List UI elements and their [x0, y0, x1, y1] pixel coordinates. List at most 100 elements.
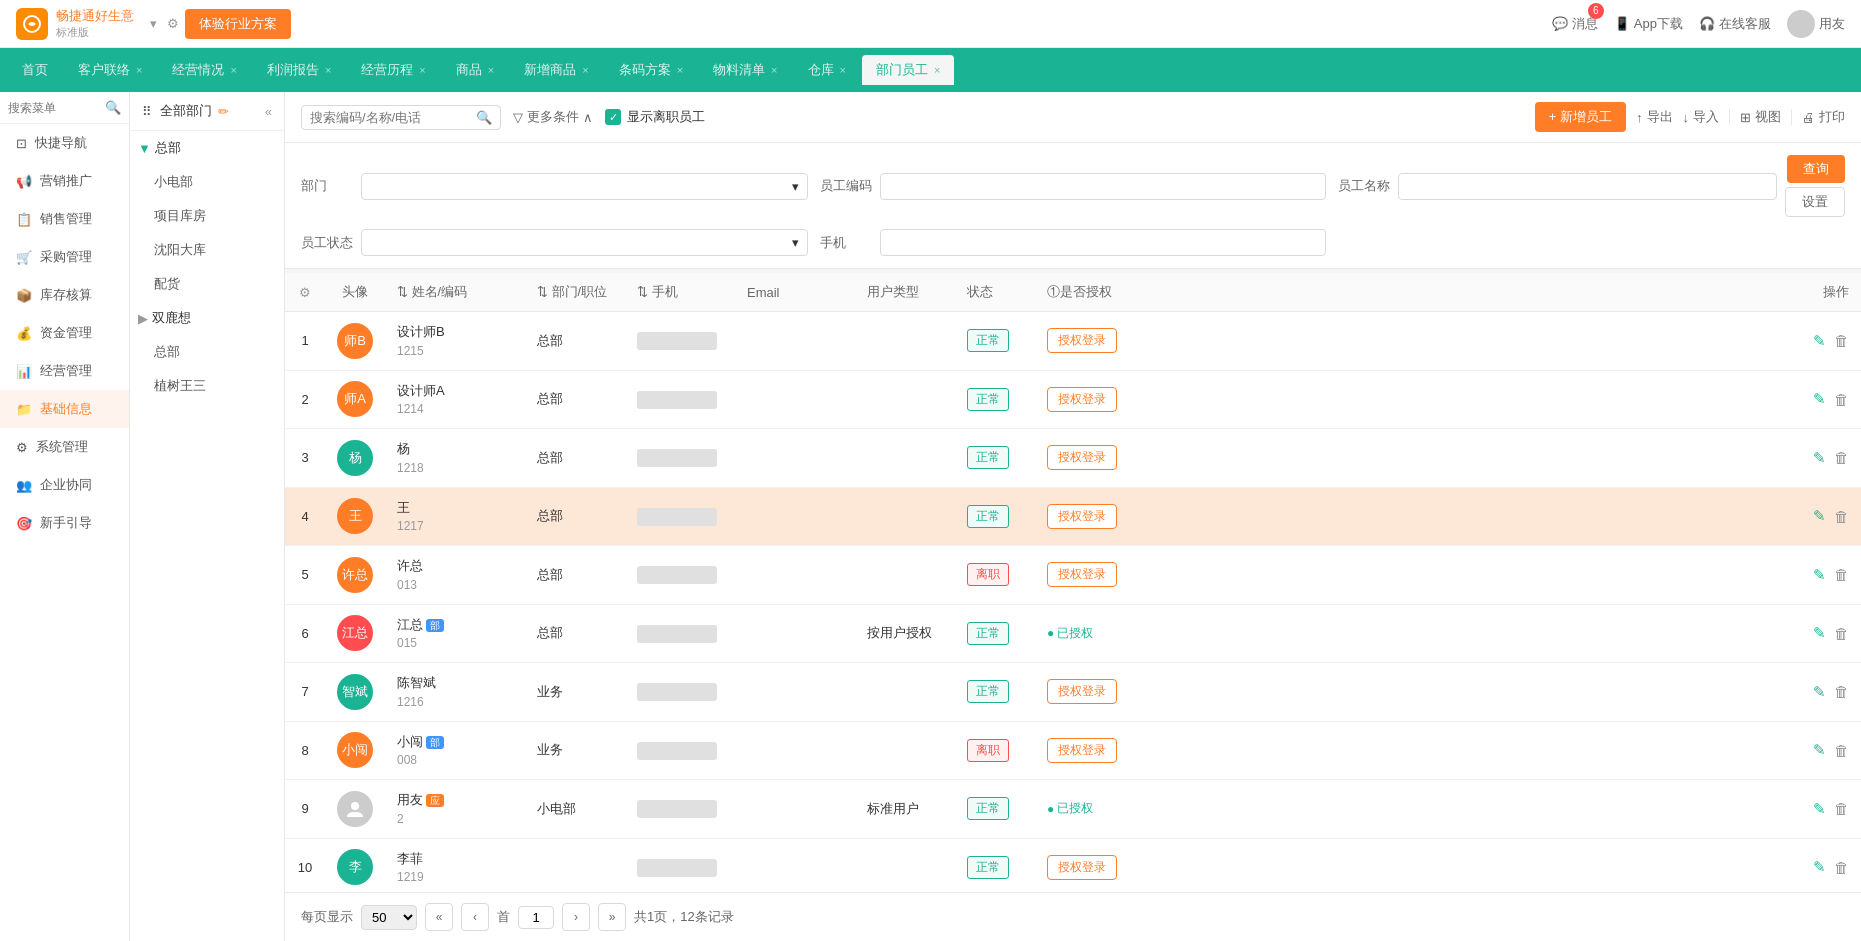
auth-button[interactable]: 授权登录 — [1047, 738, 1117, 763]
auth-button[interactable]: 授权登录 — [1047, 679, 1117, 704]
auth-button[interactable]: 授权登录 — [1047, 855, 1117, 880]
sidebar-item-basic[interactable]: 📁 基础信息 — [0, 390, 129, 428]
tab-journey[interactable]: 经营历程 × — [347, 55, 439, 85]
user-action[interactable]: 用友 — [1787, 10, 1845, 38]
edit-button[interactable]: ✎ — [1813, 858, 1826, 876]
close-tab-customer[interactable]: × — [136, 64, 142, 76]
auth-button[interactable]: 授权登录 — [1047, 328, 1117, 353]
prev-page-btn[interactable]: ‹ — [461, 903, 489, 931]
col-phone[interactable]: ⇅ 手机 — [625, 273, 735, 312]
edit-button[interactable]: ✎ — [1813, 566, 1826, 584]
tab-operation[interactable]: 经营情况 × — [158, 55, 250, 85]
view-button[interactable]: ⊞ 视图 — [1740, 108, 1781, 126]
tab-profit[interactable]: 利润报告 × — [253, 55, 345, 85]
delete-button[interactable]: 🗑 — [1834, 683, 1849, 700]
delete-button[interactable]: 🗑 — [1834, 625, 1849, 642]
sidebar-item-inventory[interactable]: 📦 库存核算 — [0, 276, 129, 314]
sidebar-item-marketing[interactable]: 📢 营销推广 — [0, 162, 129, 200]
sidebar-item-nav[interactable]: ⊡ 快捷导航 — [0, 124, 129, 162]
sidebar-search-input[interactable] — [8, 101, 101, 115]
query-button[interactable]: 查询 — [1787, 155, 1845, 183]
col-settings-icon[interactable]: ⚙ — [299, 285, 311, 300]
edit-button[interactable]: ✎ — [1813, 741, 1826, 759]
dept-edit-icon[interactable]: ✏ — [218, 104, 229, 119]
dept-item-kufang[interactable]: 项目库房 — [130, 199, 284, 233]
reset-button[interactable]: 设置 — [1785, 187, 1845, 217]
search-input[interactable] — [310, 110, 470, 125]
import-button[interactable]: ↓ 导入 — [1683, 108, 1720, 126]
delete-button[interactable]: 🗑 — [1834, 566, 1849, 583]
page-number-input[interactable] — [518, 906, 554, 929]
auth-button[interactable]: 授权登录 — [1047, 562, 1117, 587]
settings-icon[interactable]: ⚙ — [167, 16, 179, 31]
resign-checkbox[interactable]: ✓ — [605, 109, 621, 125]
next-page-btn[interactable]: › — [562, 903, 590, 931]
close-tab-barcode[interactable]: × — [677, 64, 683, 76]
message-action[interactable]: 💬 消息 6 — [1552, 15, 1598, 33]
sidebar-item-guide[interactable]: 🎯 新手引导 — [0, 504, 129, 542]
online-service-action[interactable]: 🎧 在线客服 — [1699, 15, 1771, 33]
edit-button[interactable]: ✎ — [1813, 332, 1826, 350]
delete-button[interactable]: 🗑 — [1834, 332, 1849, 349]
emp-code-input[interactable] — [880, 173, 1327, 200]
close-tab-bom[interactable]: × — [771, 64, 777, 76]
dept-collapse-icon[interactable]: « — [265, 104, 272, 119]
emp-name-input[interactable] — [1398, 173, 1777, 200]
dept-item-shenyang[interactable]: 沈阳大库 — [130, 233, 284, 267]
system-dropdown[interactable]: ▾ — [150, 16, 157, 31]
dept-item-peihuo[interactable]: 配货 — [130, 267, 284, 301]
dept-item-zongbu[interactable]: 总部 — [130, 335, 284, 369]
print-button[interactable]: 🖨 打印 — [1802, 108, 1845, 126]
app-download-action[interactable]: 📱 App下载 — [1614, 15, 1683, 33]
close-tab-warehouse[interactable]: × — [840, 64, 846, 76]
tab-bom[interactable]: 物料清单 × — [699, 55, 791, 85]
dept-filter-select[interactable]: ▾ — [361, 173, 808, 200]
edit-button[interactable]: ✎ — [1813, 449, 1826, 467]
close-tab-goods[interactable]: × — [488, 64, 494, 76]
dept-item-zhishu[interactable]: 植树王三 — [130, 369, 284, 403]
first-page-btn[interactable]: « — [425, 903, 453, 931]
edit-button[interactable]: ✎ — [1813, 507, 1826, 525]
sidebar-item-purchase[interactable]: 🛒 采购管理 — [0, 238, 129, 276]
search-icon[interactable]: 🔍 — [476, 110, 492, 125]
delete-button[interactable]: 🗑 — [1834, 800, 1849, 817]
phone-input[interactable] — [880, 229, 1327, 256]
trial-button[interactable]: 体验行业方案 — [185, 9, 291, 39]
delete-button[interactable]: 🗑 — [1834, 742, 1849, 759]
auth-button[interactable]: 授权登录 — [1047, 387, 1117, 412]
edit-button[interactable]: ✎ — [1813, 800, 1826, 818]
sidebar-item-system[interactable]: ⚙ 系统管理 — [0, 428, 129, 466]
tab-home[interactable]: 首页 — [8, 55, 62, 85]
tab-dept-staff[interactable]: 部门员工 × — [862, 55, 954, 85]
dept-item-xiaodibu[interactable]: 小电部 — [130, 165, 284, 199]
delete-button[interactable]: 🗑 — [1834, 508, 1849, 525]
last-page-btn[interactable]: » — [598, 903, 626, 931]
dept-item-shuanglu[interactable]: ▶ 双鹿想 — [130, 301, 284, 335]
edit-button[interactable]: ✎ — [1813, 624, 1826, 642]
export-button[interactable]: ↑ 导出 — [1636, 108, 1673, 126]
show-resign-toggle[interactable]: ✓ 显示离职员工 — [605, 108, 705, 126]
dept-item-root[interactable]: ▼ 总部 — [130, 131, 284, 165]
sidebar-item-finance[interactable]: 💰 资金管理 — [0, 314, 129, 352]
sidebar-item-cooperation[interactable]: 👥 企业协同 — [0, 466, 129, 504]
tab-add-goods[interactable]: 新增商品 × — [510, 55, 602, 85]
close-tab-operation[interactable]: × — [230, 64, 236, 76]
edit-button[interactable]: ✎ — [1813, 683, 1826, 701]
delete-button[interactable]: 🗑 — [1834, 449, 1849, 466]
close-tab-add-goods[interactable]: × — [582, 64, 588, 76]
delete-button[interactable]: 🗑 — [1834, 391, 1849, 408]
col-name-code[interactable]: ⇅ 姓名/编码 — [385, 273, 525, 312]
sidebar-item-sales[interactable]: 📋 销售管理 — [0, 200, 129, 238]
auth-button[interactable]: 授权登录 — [1047, 445, 1117, 470]
sidebar-item-operation[interactable]: 📊 经营管理 — [0, 352, 129, 390]
col-dept-pos[interactable]: ⇅ 部门/职位 — [525, 273, 625, 312]
edit-button[interactable]: ✎ — [1813, 390, 1826, 408]
tab-goods[interactable]: 商品 × — [442, 55, 508, 85]
more-filter-btn[interactable]: ▽ 更多条件 ∧ — [513, 108, 593, 126]
add-employee-button[interactable]: + 新增员工 — [1535, 102, 1626, 132]
emp-status-select[interactable]: ▾ — [361, 229, 808, 256]
tab-barcode[interactable]: 条码方案 × — [605, 55, 697, 85]
close-tab-dept-staff[interactable]: × — [934, 64, 940, 76]
delete-button[interactable]: 🗑 — [1834, 859, 1849, 876]
close-tab-journey[interactable]: × — [419, 64, 425, 76]
